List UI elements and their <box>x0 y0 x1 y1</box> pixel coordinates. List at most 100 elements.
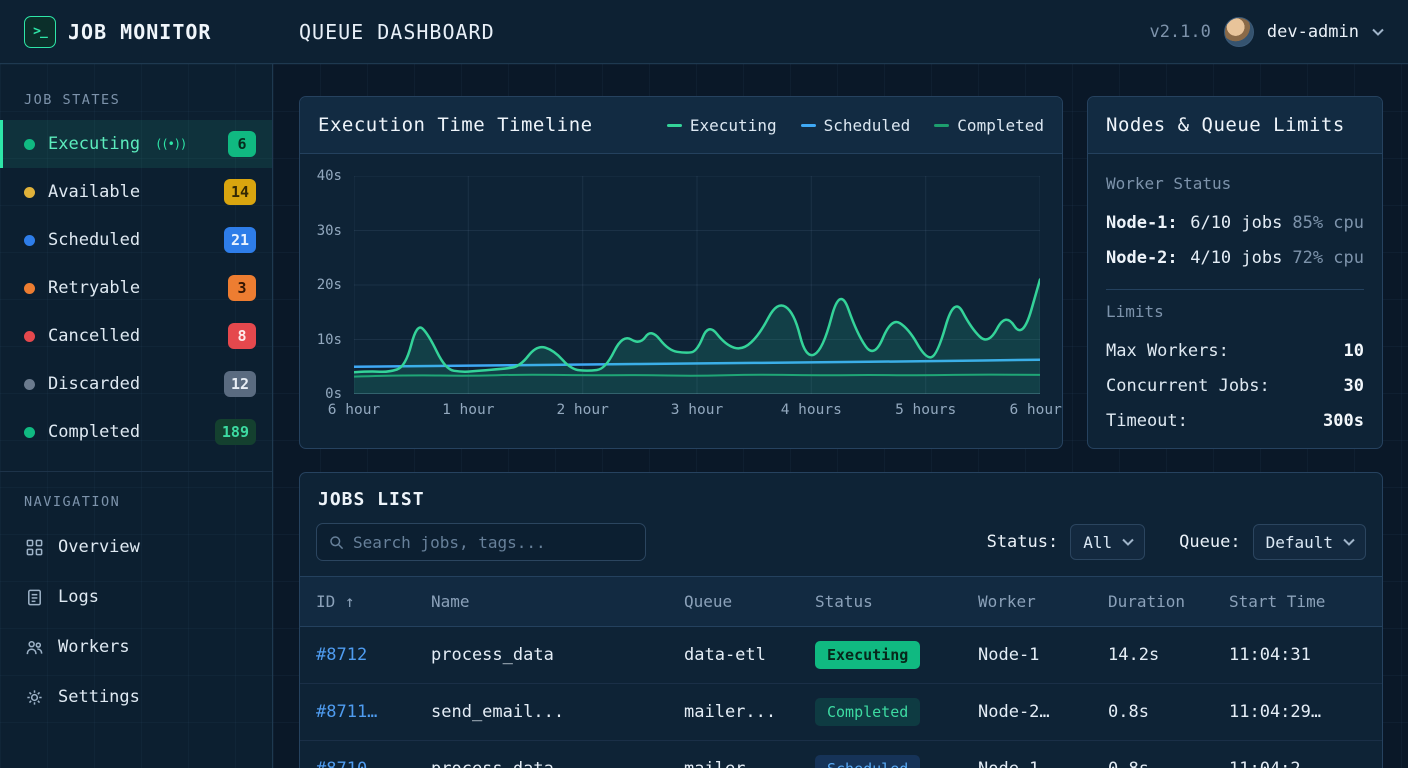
status-badge: Executing <box>815 641 921 669</box>
job-duration: 14.2s <box>1092 626 1213 684</box>
state-dot <box>24 186 35 198</box>
limit-row: Concurrent Jobs: 30 <box>1106 368 1364 403</box>
worker-name: Node-2: <box>1106 247 1178 268</box>
sidebar-item-workers[interactable]: Workers <box>0 622 272 672</box>
limit-name: Concurrent Jobs: <box>1106 375 1270 396</box>
chart-legend: Executing Scheduled Completed <box>666 115 1044 135</box>
live-signal-icon: ((•)) <box>155 137 187 151</box>
timeline-card-header: Execution Time Timeline Executing Schedu… <box>300 97 1062 154</box>
job-id-link[interactable]: #8711… <box>316 702 377 722</box>
column-header-duration[interactable]: Duration <box>1092 576 1213 627</box>
nodes-title: Nodes & Queue Limits <box>1106 114 1345 136</box>
job-states-section-label: JOB STATES <box>24 92 121 108</box>
job-queue: mailer <box>668 740 799 768</box>
nodes-divider <box>1106 289 1364 290</box>
sidebar-state-executing[interactable]: Executing ((•)) 6 <box>0 120 272 168</box>
worker-row: Node-2: 4/10 jobs 72% cpu <box>1106 240 1364 275</box>
sidebar-state-completed[interactable]: Completed 189 <box>0 408 272 456</box>
search-box[interactable] <box>316 523 646 561</box>
sidebar-divider <box>0 471 272 472</box>
legend-executing[interactable]: Executing <box>666 115 777 135</box>
queue-filter-value: Default <box>1265 532 1333 552</box>
column-header-status[interactable]: Status <box>799 576 962 627</box>
nodes-card: Nodes & Queue Limits Worker Status Node-… <box>1087 96 1383 449</box>
version-label: v2.1.0 <box>1149 21 1211 42</box>
state-label: Cancelled <box>48 326 141 346</box>
users-icon <box>24 637 44 657</box>
table-row[interactable]: #8712 process_data data-etl Executing No… <box>300 626 1382 684</box>
sidebar-state-discarded[interactable]: Discarded 12 <box>0 360 272 408</box>
legend-label: Executing <box>689 115 777 135</box>
nav-label: Overview <box>58 537 140 557</box>
chevron-down-icon[interactable] <box>1372 28 1384 36</box>
x-tick: 2 hour <box>556 402 609 418</box>
state-count-badge: 189 <box>214 419 256 445</box>
limit-value: 30 <box>1343 375 1364 396</box>
job-id-link[interactable]: #8712 <box>316 645 367 665</box>
column-header-id[interactable]: ID ↑ <box>300 576 415 627</box>
chevron-down-icon <box>1343 538 1355 546</box>
job-worker: Node-2… <box>962 683 1092 741</box>
state-dot <box>24 426 35 438</box>
sidebar-state-scheduled[interactable]: Scheduled 21 <box>0 216 272 264</box>
worker-cpu: 85% cpu <box>1292 212 1364 233</box>
search-input[interactable] <box>353 532 633 552</box>
worker-cpu: 72% cpu <box>1292 247 1364 268</box>
state-label: Scheduled <box>48 230 141 250</box>
column-header-queue[interactable]: Queue <box>668 576 799 627</box>
x-tick: 6 hour <box>327 402 381 418</box>
jobs-table: ID ↑ Name Queue Status Worker Duration S… <box>300 576 1382 768</box>
status-filter-value: All <box>1083 532 1113 552</box>
jobs-card: JOBS LIST Status: All Queue: <box>299 472 1383 768</box>
legend-scheduled[interactable]: Scheduled <box>800 115 911 135</box>
job-queue: data-etl <box>668 626 799 684</box>
nodes-body: Worker Status Node-1: 6/10 jobs 85% cpu … <box>1088 154 1382 448</box>
table-row[interactable]: #8710 process_data mailer Scheduled Node… <box>300 740 1382 768</box>
column-header-worker[interactable]: Worker <box>962 576 1092 627</box>
legend-dash-completed <box>934 123 950 127</box>
x-axis: 6 hour 1 hour 2 hour 3 hour 4 hours 5 ho… <box>328 394 1062 422</box>
username[interactable]: dev-admin <box>1267 22 1359 42</box>
legend-completed[interactable]: Completed <box>934 116 1044 135</box>
job-start-time: 11:04:29… <box>1213 683 1382 741</box>
status-badge: Completed <box>815 698 921 726</box>
y-tick: 20s <box>316 277 342 293</box>
worker-name: Node-1: <box>1106 212 1178 233</box>
state-count-badge: 3 <box>228 275 256 301</box>
state-count-badge: 6 <box>228 131 256 157</box>
sidebar-item-overview[interactable]: Overview <box>0 522 272 572</box>
legend-label: Scheduled <box>823 115 911 135</box>
status-filter-select[interactable]: All <box>1070 524 1146 560</box>
gear-icon <box>24 687 44 707</box>
chart-body: 40s 30s 20s 10s 0s 6 hour 1 hour 2 hour … <box>300 154 1062 448</box>
worker-jobs: 6/10 jobs <box>1190 212 1283 233</box>
limit-row: Timeout: 300s <box>1106 403 1364 438</box>
jobs-title: JOBS LIST <box>318 489 425 510</box>
avatar[interactable] <box>1223 16 1254 47</box>
sidebar-state-available[interactable]: Available 14 <box>0 168 272 216</box>
state-dot <box>24 234 35 246</box>
timeline-plot <box>354 176 1040 394</box>
brand: >_ JOB MONITOR <box>24 15 273 48</box>
sidebar-state-cancelled[interactable]: Cancelled 8 <box>0 312 272 360</box>
job-id-link[interactable]: #8710 <box>316 759 367 768</box>
state-count-badge: 21 <box>223 227 256 253</box>
status-badge: Scheduled <box>815 755 921 768</box>
state-label: Retryable <box>48 278 141 298</box>
sidebar-item-settings[interactable]: Settings <box>0 672 272 722</box>
x-tick: 4 hours <box>780 402 842 418</box>
column-header-start-time[interactable]: Start Time <box>1213 576 1382 627</box>
sidebar-item-logs[interactable]: Logs <box>0 572 272 622</box>
queue-filter-select[interactable]: Default <box>1252 524 1366 560</box>
state-label: Available <box>48 182 141 202</box>
column-header-name[interactable]: Name <box>415 576 668 627</box>
limit-name: Timeout: <box>1106 410 1188 431</box>
table-row[interactable]: #8711… send_email... mailer... Completed… <box>300 683 1382 741</box>
queue-filter-label: Queue: <box>1179 532 1241 552</box>
nav-label: Logs <box>58 587 99 607</box>
sidebar: JOB STATES Executing ((•)) 6 Available 1… <box>0 64 273 768</box>
sidebar-state-retryable[interactable]: Retryable 3 <box>0 264 272 312</box>
brand-title: JOB MONITOR <box>68 19 212 44</box>
job-worker: Node-1 <box>962 740 1092 768</box>
timeline-card: Execution Time Timeline Executing Schedu… <box>299 96 1063 449</box>
